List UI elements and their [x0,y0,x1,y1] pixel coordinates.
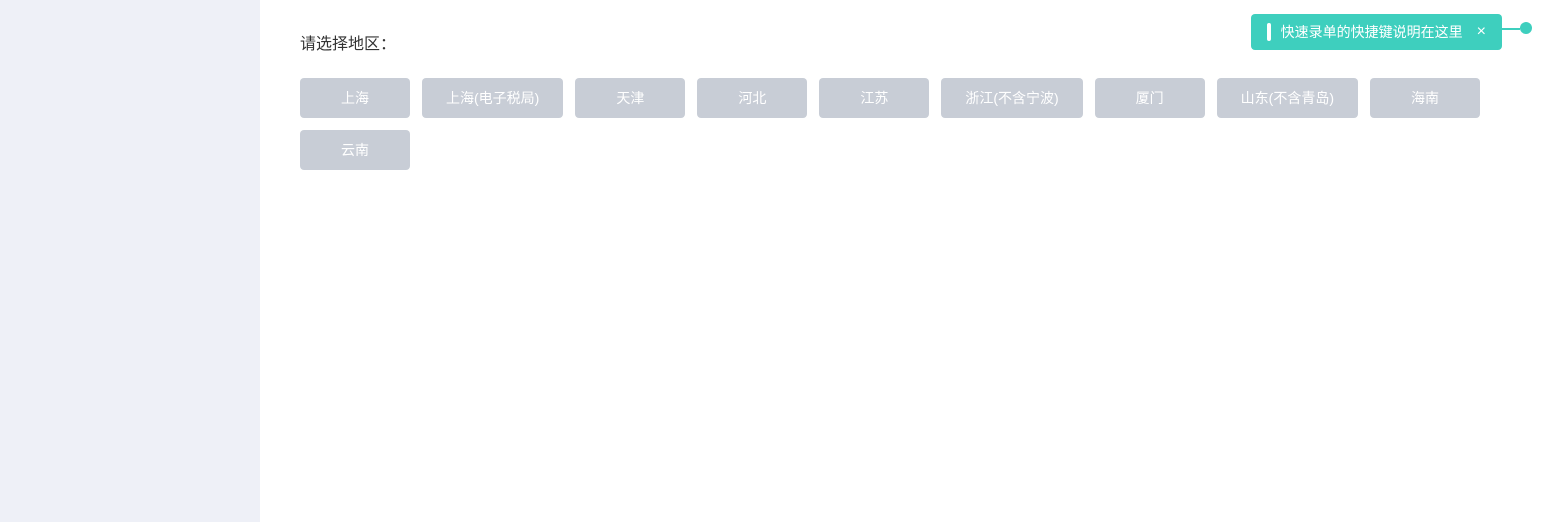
tooltip-connector-line [1500,28,1520,30]
main-content: 请选择地区： 上海上海(电子税局)天津河北江苏浙江(不含宁波)厦门山东(不含青岛… [260,0,1562,522]
tooltip-bar [1267,23,1271,41]
region-button-4[interactable]: 江苏 [819,78,929,118]
region-button-2[interactable]: 天津 [575,78,685,118]
region-button-7[interactable]: 山东(不含青岛) [1217,78,1358,118]
tooltip-dot [1520,22,1532,34]
region-button-9[interactable]: 云南 [300,130,410,170]
region-button-1[interactable]: 上海(电子税局) [422,78,563,118]
region-button-3[interactable]: 河北 [697,78,807,118]
tooltip-banner: 快速录单的快捷键说明在这里 × [1251,14,1502,50]
sidebar [0,0,260,522]
region-buttons-container: 上海上海(电子税局) 天津河北江苏浙江(不含宁波) 厦门山东(不含青岛) 海南云南 [300,78,1522,170]
region-button-0[interactable]: 上海 [300,78,410,118]
region-button-5[interactable]: 浙江(不含宁波) [941,78,1082,118]
tooltip-close-button[interactable]: × [1477,23,1486,41]
region-button-8[interactable]: 海南 [1370,78,1480,118]
region-button-6[interactable]: 厦门 [1095,78,1205,118]
tooltip-text: 快速录单的快捷键说明在这里 [1281,22,1463,42]
